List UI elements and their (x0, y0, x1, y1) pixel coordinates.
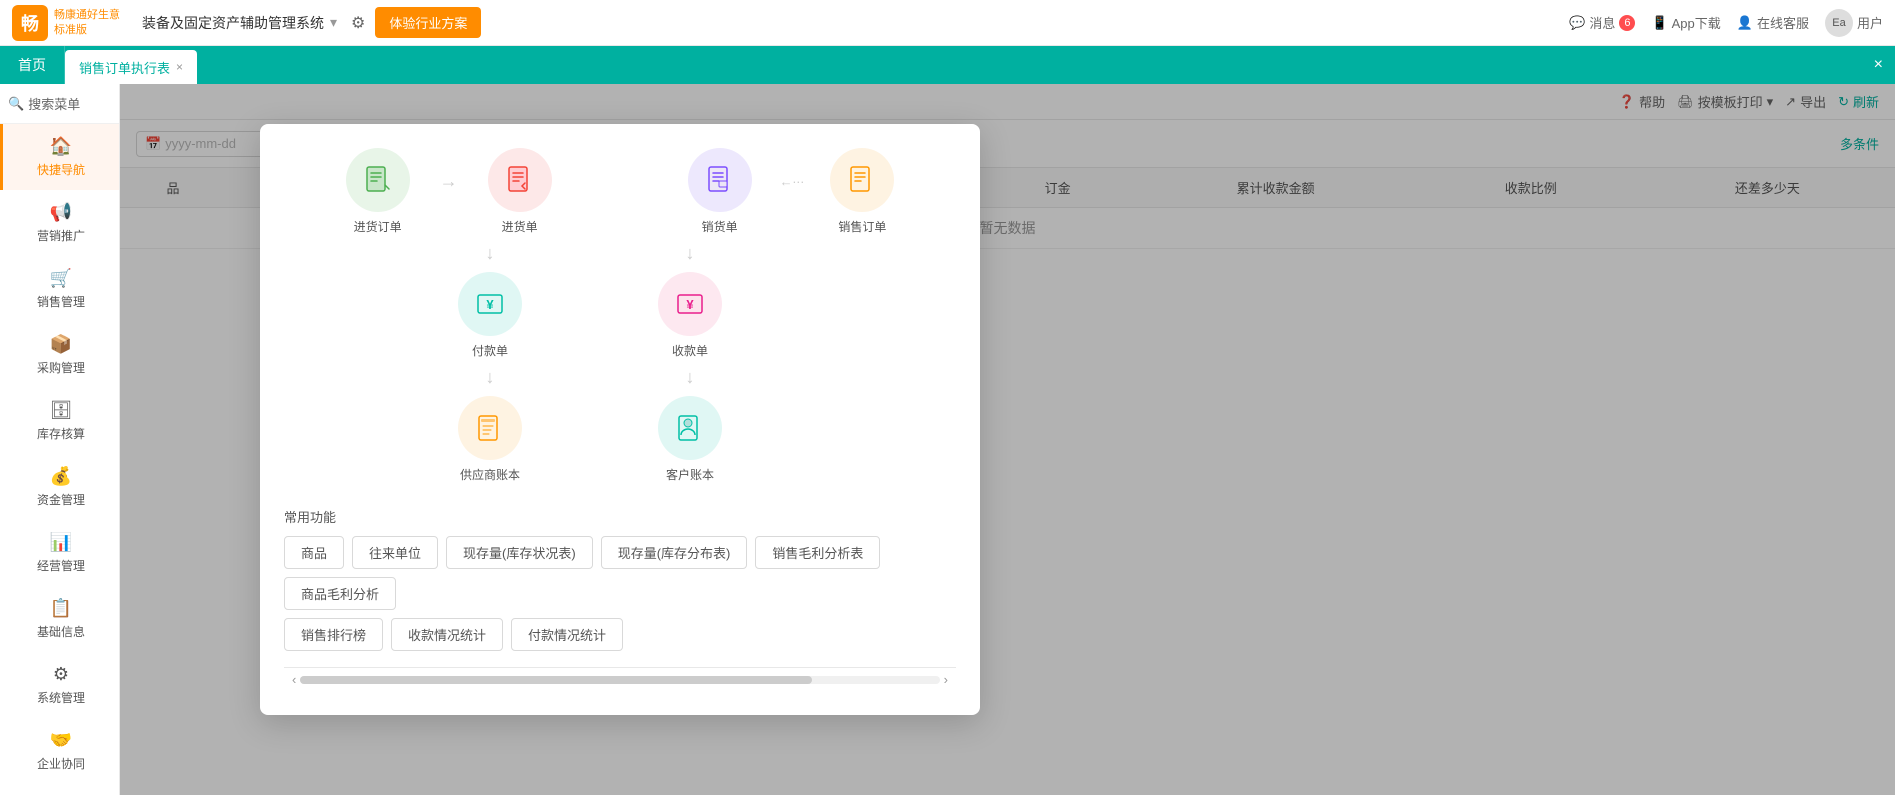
message-icon: 💬 (1569, 15, 1585, 31)
sales-bill-icon (688, 148, 752, 212)
flow-row-2: ¥ 付款单 ¥ (290, 272, 950, 359)
content-area: ❓ 帮助 🖨 按模板打印 ▾ ↗ 导出 ↻ 刷新 (120, 84, 1895, 795)
flow-item-supplier-ledger[interactable]: 供应商账本 (430, 396, 550, 483)
flow-item-sales-bill[interactable]: 销货单 (660, 148, 780, 235)
online-service-btn[interactable]: 👤 在线客服 (1737, 13, 1809, 32)
receipt-bill-icon: ¥ (658, 272, 722, 336)
purchase-bill-icon (488, 148, 552, 212)
sales-icon: 🛒 (50, 268, 72, 289)
scroll-left-icon[interactable]: ‹ (292, 672, 296, 687)
logo-area: 畅 畅康通好生意 标准版 (12, 5, 132, 41)
common-btn-product[interactable]: 商品 (284, 536, 344, 569)
svg-text:¥: ¥ (486, 297, 494, 312)
experience-btn[interactable]: 体验行业方案 (375, 7, 481, 38)
phone-icon: 📱 (1651, 15, 1667, 31)
top-header: 畅 畅康通好生意 标准版 装备及固定资产辅助管理系统 ▾ ⚙ 体验行业方案 💬 … (0, 0, 1895, 46)
flow-item-sales-order[interactable]: 销售订单 (802, 148, 922, 235)
modal-overlay[interactable]: 进货订单 → 进货单 (120, 84, 1895, 795)
arrow-pb-down: ↓ (486, 241, 495, 265)
tab-bar-close-icon[interactable]: × (1874, 56, 1883, 74)
customer-ledger-icon (658, 396, 722, 460)
common-btns-row2: 销售排行榜 收款情况统计 付款情况统计 (284, 618, 956, 651)
sidebar-item-basic-info[interactable]: 📋 基础信息 (0, 586, 119, 652)
app-download-btn[interactable]: 📱 App下载 (1651, 13, 1720, 32)
system-title: 装备及固定资产辅助管理系统 ▾ (142, 13, 337, 33)
arrow-sb-down: ↓ (686, 241, 695, 265)
sidebar-search[interactable]: 🔍 搜索菜单 (0, 84, 119, 124)
home-icon: 🏠 (50, 136, 72, 157)
flow-item-customer-ledger[interactable]: 客户账本 (630, 396, 750, 483)
dashed-arrow-so-sb: ← · · · (780, 174, 803, 209)
flow-item-purchase-bill[interactable]: 进货单 (460, 148, 580, 235)
sales-order-icon (830, 148, 894, 212)
sidebar-item-finance[interactable]: 💰 资金管理 (0, 454, 119, 520)
flow-diagram: 进货订单 → 进货单 (284, 148, 956, 491)
sidebar: 🔍 搜索菜单 🏠 快捷导航 📢 营销推广 🛒 销售管理 📦 采购管理 🗄 库存核… (0, 84, 120, 795)
flow-row-1: 进货订单 → 进货单 (318, 148, 923, 235)
purchase-order-icon (346, 148, 410, 212)
common-btn-partner[interactable]: 往来单位 (352, 536, 438, 569)
logo-text: 畅康通好生意 标准版 (54, 8, 120, 37)
arrow-po-pb: → (440, 171, 458, 212)
common-btn-sales-rank[interactable]: 销售排行榜 (284, 618, 383, 651)
inventory-icon: 🗄 (50, 400, 73, 421)
flow-row-arrows: ↓ ↓ (290, 243, 950, 264)
common-functions-title: 常用功能 (284, 507, 956, 526)
sidebar-item-inventory[interactable]: 🗄 库存核算 (0, 388, 119, 454)
modal-box: 进货订单 → 进货单 (260, 124, 980, 715)
arrow-pay-down: ↓ (486, 365, 495, 389)
common-btns-row: 商品 往来单位 现存量(库存状况表) 现存量(库存分布表) 销售毛利分析表 商品… (284, 536, 956, 610)
flow-item-receipt-bill[interactable]: ¥ 收款单 (630, 272, 750, 359)
sidebar-item-guide[interactable]: 📖 新手引导 (0, 784, 119, 795)
common-btn-payment-stats[interactable]: 付款情况统计 (511, 618, 623, 651)
logo-icon: 畅 (12, 5, 48, 41)
search-icon: 🔍 (8, 96, 24, 112)
purchase-icon: 📦 (50, 334, 72, 355)
payment-bill-icon: ¥ (458, 272, 522, 336)
sidebar-item-enterprise[interactable]: 🤝 企业协同 (0, 718, 119, 784)
svg-text:¥: ¥ (686, 297, 694, 312)
marketing-icon: 📢 (50, 202, 72, 223)
sidebar-item-quick-nav[interactable]: 🏠 快捷导航 (0, 124, 119, 190)
scrollbar-thumb[interactable] (300, 676, 811, 684)
flow-item-purchase-order[interactable]: 进货订单 (318, 148, 438, 235)
header-right: 💬 消息 6 📱 App下载 👤 在线客服 Ea 用户 (1569, 9, 1883, 37)
sidebar-item-purchase[interactable]: 📦 采购管理 (0, 322, 119, 388)
system-dropdown-icon[interactable]: ▾ (330, 14, 337, 31)
finance-icon: 💰 (50, 466, 72, 487)
flow-row-arrows2: ↓ ↓ (290, 367, 950, 388)
supplier-ledger-icon (458, 396, 522, 460)
common-btn-product-profit[interactable]: 商品毛利分析 (284, 577, 396, 610)
scrollbar-track[interactable] (300, 676, 939, 684)
avatar: Ea (1825, 9, 1853, 37)
common-btn-receipt-stats[interactable]: 收款情况统计 (391, 618, 503, 651)
operation-icon: 📊 (50, 532, 72, 553)
flow-row-3: 供应商账本 客户账本 (290, 396, 950, 483)
basic-info-icon: 📋 (50, 598, 72, 619)
common-functions: 常用功能 商品 往来单位 现存量(库存状况表) 现存量(库存分布表) 销售毛利分… (284, 507, 956, 651)
flow-item-payment-bill[interactable]: ¥ 付款单 (430, 272, 550, 359)
message-badge: 6 (1619, 15, 1635, 31)
sidebar-item-system[interactable]: ⚙ 系统管理 (0, 652, 119, 718)
service-icon: 👤 (1737, 15, 1753, 31)
common-btn-inventory-dist[interactable]: 现存量(库存分布表) (601, 536, 748, 569)
settings-icon[interactable]: ⚙ (351, 13, 365, 33)
tab-sales-order[interactable]: 销售订单执行表 × (65, 50, 197, 84)
user-profile[interactable]: Ea 用户 (1825, 9, 1883, 37)
main-layout: 🔍 搜索菜单 🏠 快捷导航 📢 营销推广 🛒 销售管理 📦 采购管理 🗄 库存核… (0, 84, 1895, 795)
tab-home[interactable]: 首页 (0, 46, 65, 84)
arrow-receipt-down: ↓ (686, 365, 695, 389)
tab-close-icon[interactable]: × (176, 60, 183, 74)
common-btn-inventory-status[interactable]: 现存量(库存状况表) (446, 536, 593, 569)
scroll-right-icon[interactable]: › (944, 672, 948, 687)
sidebar-item-operation[interactable]: 📊 经营管理 (0, 520, 119, 586)
tab-bar: 首页 销售订单执行表 × × (0, 46, 1895, 84)
scroll-area: ‹ › (284, 667, 956, 691)
message-btn[interactable]: 💬 消息 6 (1569, 13, 1635, 32)
enterprise-icon: 🤝 (50, 730, 72, 751)
sidebar-item-marketing[interactable]: 📢 营销推广 (0, 190, 119, 256)
common-btn-sales-profit[interactable]: 销售毛利分析表 (755, 536, 880, 569)
sidebar-item-sales[interactable]: 🛒 销售管理 (0, 256, 119, 322)
system-icon: ⚙ (53, 664, 69, 685)
